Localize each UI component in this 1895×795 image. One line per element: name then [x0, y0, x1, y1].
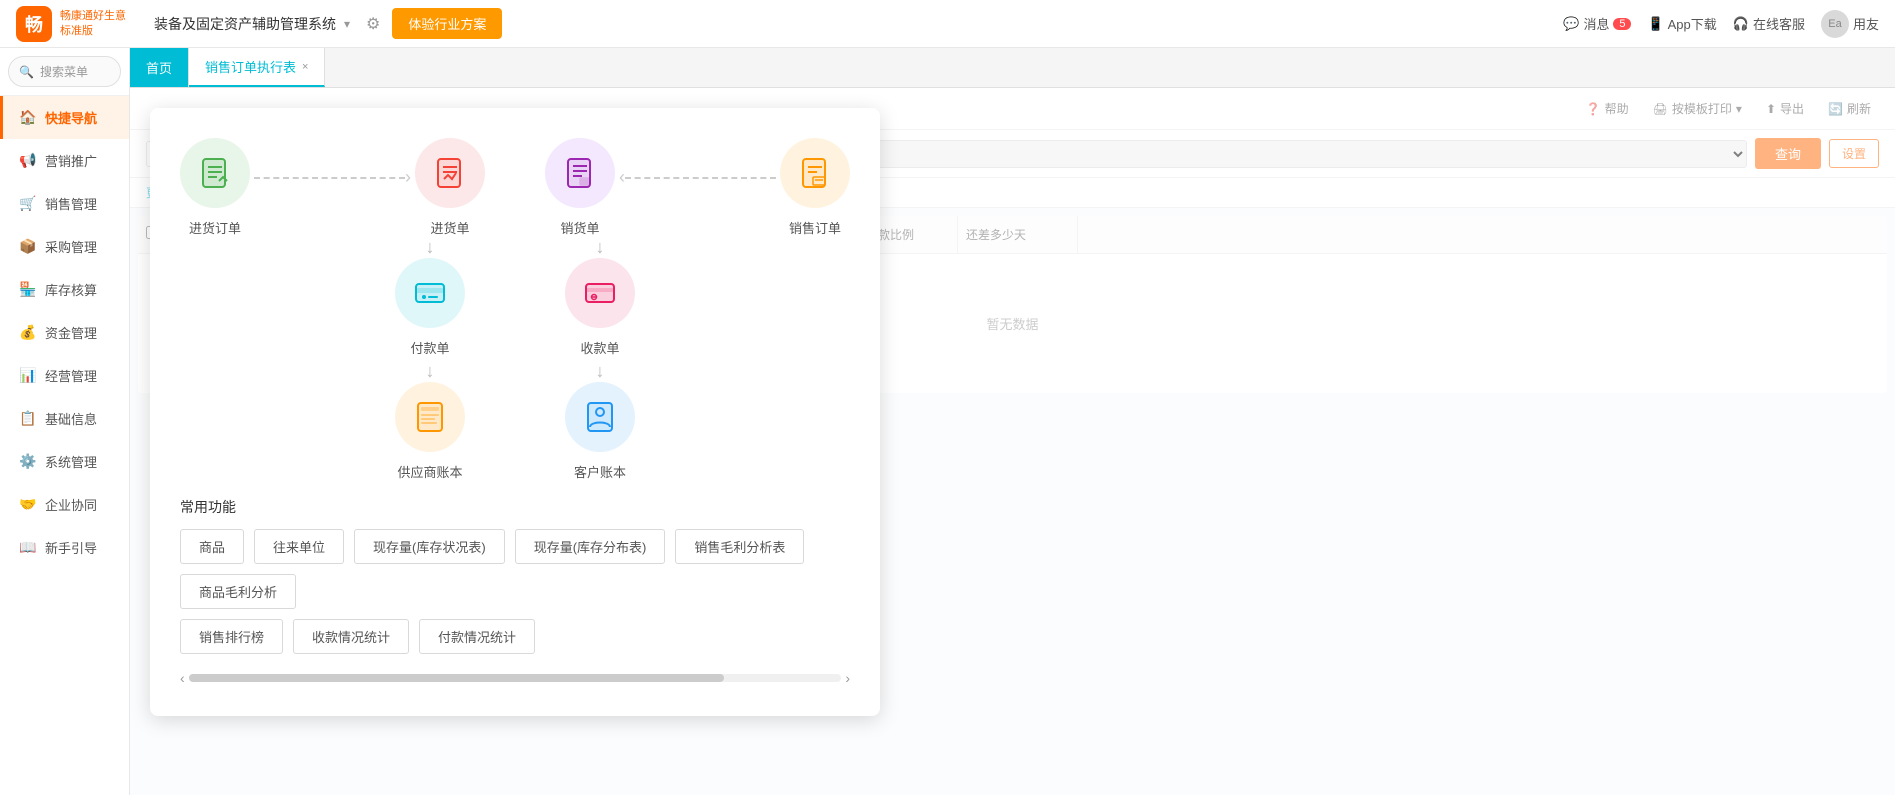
common-funcs-title: 常用功能	[180, 497, 850, 517]
user-area[interactable]: Ea 用友	[1821, 10, 1879, 38]
sidebar-search-btn[interactable]: 🔍 搜索菜单	[8, 56, 121, 87]
func-btn-inventory-status[interactable]: 现存量(库存状况表)	[354, 529, 505, 564]
flow-item-purchase-order[interactable]: 进货订单	[180, 138, 250, 237]
content-main: ❓ 帮助 🖨 按模板打印 ▾ ⬆ 导出 🔄 刷新	[130, 88, 1895, 795]
top-bar: 畅 畅康通好生意标准版 装备及固定资产辅助管理系统 ▾ ⚙ 体验行业方案 💬 消…	[0, 0, 1895, 48]
func-btn-payment-stat[interactable]: 付款情况统计	[419, 619, 535, 654]
func-btn-product-margin[interactable]: 商品毛利分析	[180, 574, 296, 609]
func-btn-counterpart[interactable]: 往来单位	[254, 529, 344, 564]
home-icon: 🏠	[19, 109, 37, 126]
sidebar-item-operation[interactable]: 📊 经营管理	[0, 354, 129, 397]
purchase-icon: 📦	[19, 238, 37, 255]
tab-close-icon[interactable]: ×	[302, 61, 308, 73]
sales-icon: 🛒	[19, 195, 37, 212]
scroll-left-arrow[interactable]: ‹	[180, 670, 185, 686]
app-download-btn[interactable]: 📱 App下载	[1647, 14, 1716, 33]
finance-icon: 💰	[19, 324, 37, 341]
sidebar-item-enterprise[interactable]: 🤝 企业协同	[0, 483, 129, 526]
enterprise-icon: 🤝	[19, 496, 37, 513]
common-funcs: 常用功能 商品 往来单位 现存量(库存状况表) 现存量(库存分布表) 销售毛利分…	[180, 497, 850, 654]
service-icon: 🎧	[1733, 16, 1749, 32]
purchase-order-circle	[180, 138, 250, 208]
message-btn[interactable]: 💬 消息 5	[1563, 14, 1631, 33]
message-badge: 5	[1613, 18, 1631, 30]
sidebar-search-area: 🔍 搜索菜单	[0, 48, 129, 96]
flow-item-payment[interactable]: 付款单	[395, 258, 465, 357]
tab-bar: 首页 销售订单执行表 ×	[130, 48, 1895, 88]
customer-account-circle	[565, 382, 635, 452]
receipt-circle	[565, 258, 635, 328]
basic-icon: 📋	[19, 410, 37, 427]
flow-item-receipt[interactable]: 收款单	[565, 258, 635, 357]
sidebar-item-purchase[interactable]: 📦 采购管理	[0, 225, 129, 268]
sidebar-item-quick-nav[interactable]: 🏠 快捷导航	[0, 96, 129, 139]
func-buttons-row1: 商品 往来单位 现存量(库存状况表) 现存量(库存分布表) 销售毛利分析表 商品…	[180, 529, 850, 609]
sidebar-item-marketing[interactable]: 📢 营销推广	[0, 139, 129, 182]
flow-item-customer-account[interactable]: 客户账本	[565, 382, 635, 481]
avatar: Ea	[1821, 10, 1849, 38]
logo-icon: 畅	[16, 6, 52, 42]
func-btn-product[interactable]: 商品	[180, 529, 244, 564]
flow-diagram: 进货订单 ›	[180, 138, 850, 481]
sidebar-item-inventory[interactable]: 🏪 库存核算	[0, 268, 129, 311]
app-container: 畅 畅康通好生意标准版 装备及固定资产辅助管理系统 ▾ ⚙ 体验行业方案 💬 消…	[0, 0, 1895, 795]
scrollbar-thumb	[189, 674, 724, 682]
logo-area: 畅 畅康通好生意标准版	[16, 6, 146, 42]
modal-box: 进货订单 ›	[150, 108, 880, 716]
download-icon: 📱	[1647, 16, 1663, 32]
sales-bill-circle	[545, 138, 615, 208]
sidebar-item-guide[interactable]: 📖 新手引导	[0, 526, 129, 569]
tab-sales-order[interactable]: 销售订单执行表 ×	[189, 48, 325, 87]
system-name: 装备及固定资产辅助管理系统	[154, 14, 336, 34]
supplier-account-circle	[395, 382, 465, 452]
flow-item-supplier-account[interactable]: 供应商账本	[395, 382, 465, 481]
trial-btn[interactable]: 体验行业方案	[392, 8, 502, 39]
scrollbar-track[interactable]	[189, 674, 842, 682]
search-icon: 🔍	[19, 65, 34, 79]
func-btn-inventory-dist[interactable]: 现存量(库存分布表)	[515, 529, 666, 564]
modal-scrollbar-area: ‹ ›	[180, 670, 850, 686]
func-btn-sales-rank[interactable]: 销售排行榜	[180, 619, 283, 654]
payment-circle	[395, 258, 465, 328]
operation-icon: 📊	[19, 367, 37, 384]
purchase-bill-circle	[415, 138, 485, 208]
message-icon: 💬	[1563, 16, 1579, 32]
func-btn-receipt-stat[interactable]: 收款情况统计	[293, 619, 409, 654]
content-area: 首页 销售订单执行表 × ❓ 帮助 🖨	[130, 48, 1895, 795]
sidebar-item-system[interactable]: ⚙️ 系统管理	[0, 440, 129, 483]
sidebar-item-basic[interactable]: 📋 基础信息	[0, 397, 129, 440]
top-right: 💬 消息 5 📱 App下载 🎧 在线客服 Ea 用友	[1563, 10, 1879, 38]
sales-order-circle	[780, 138, 850, 208]
func-btn-sales-margin[interactable]: 销售毛利分析表	[675, 529, 804, 564]
logo-text: 畅康通好生意标准版	[60, 9, 126, 38]
flow-item-purchase-bill[interactable]: 进货单	[415, 138, 485, 237]
dropdown-icon[interactable]: ▾	[344, 17, 350, 31]
scroll-right-arrow[interactable]: ›	[845, 670, 850, 686]
guide-icon: 📖	[19, 539, 37, 556]
main-area: 🔍 搜索菜单 🏠 快捷导航 📢 营销推广 🛒 销售管理 📦 采购管理	[0, 48, 1895, 795]
sidebar-item-sales[interactable]: 🛒 销售管理	[0, 182, 129, 225]
tab-home[interactable]: 首页	[130, 48, 189, 87]
marketing-icon: 📢	[19, 152, 37, 169]
func-buttons-row2: 销售排行榜 收款情况统计 付款情况统计	[180, 619, 850, 654]
online-service-btn[interactable]: 🎧 在线客服	[1733, 14, 1805, 33]
sidebar: 🔍 搜索菜单 🏠 快捷导航 📢 营销推广 🛒 销售管理 📦 采购管理	[0, 48, 130, 795]
flow-item-sales-order[interactable]: 销售订单	[780, 138, 850, 237]
sidebar-item-finance[interactable]: 💰 资金管理	[0, 311, 129, 354]
flow-item-sales-bill[interactable]: 销货单	[545, 138, 615, 237]
modal-overlay: 进货订单 ›	[130, 88, 1895, 795]
inventory-icon: 🏪	[19, 281, 37, 298]
system-icon: ⚙️	[19, 453, 37, 470]
system-title: 装备及固定资产辅助管理系统 ▾ ⚙	[154, 14, 380, 34]
settings-icon[interactable]: ⚙	[366, 14, 380, 34]
